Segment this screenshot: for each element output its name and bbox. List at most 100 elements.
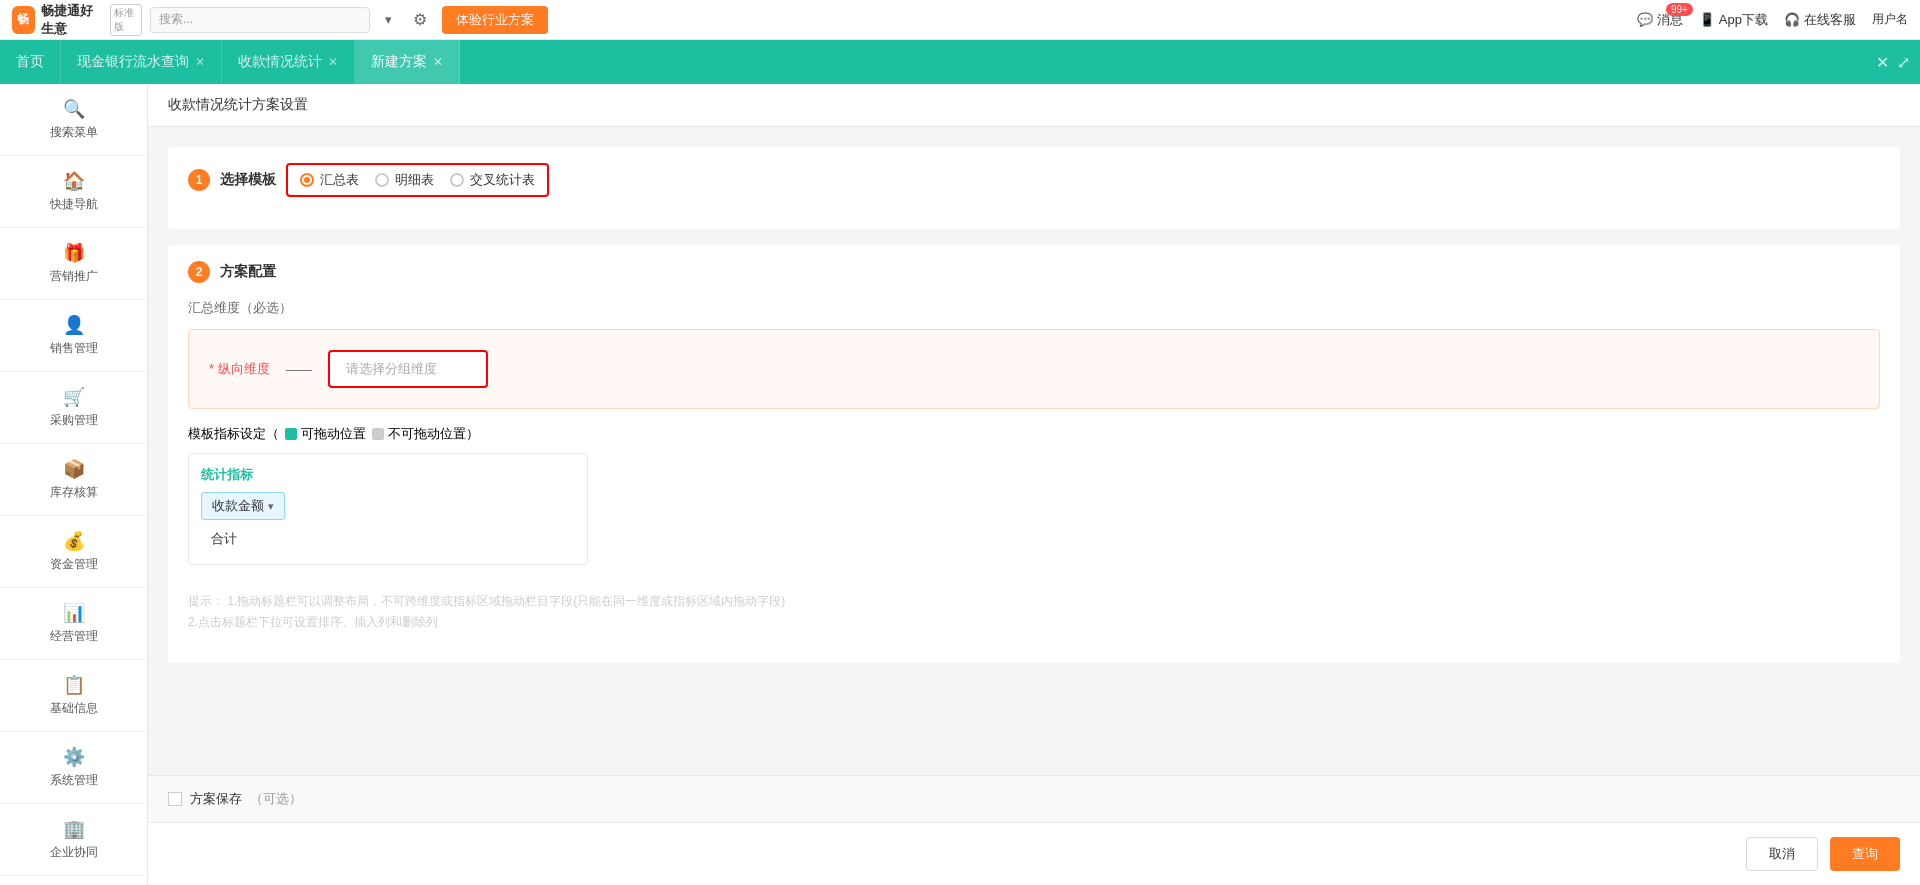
radio-cross[interactable]: 交叉统计表 (450, 171, 535, 189)
logo-text: 畅捷通好生意 (41, 2, 104, 38)
tips-section: 提示： 1.拖动标题栏可以调整布局，不可跨维度或指标区域拖动栏目字段(只能在同一… (188, 581, 1880, 647)
radio-detail-label: 明细表 (395, 171, 434, 189)
sidebar-item-operations-label: 经营管理 (50, 628, 98, 645)
metrics-section-label: 统计指标 (201, 466, 575, 484)
save-label: 方案保存 (190, 790, 242, 808)
sidebar-item-operations[interactable]: 📊 经营管理 (0, 588, 147, 660)
sidebar-item-purchase[interactable]: 🛒 采购管理 (0, 372, 147, 444)
metrics-total: 合计 (201, 526, 575, 552)
download-button[interactable]: 📱 App下载 (1699, 11, 1768, 29)
page-header: 收款情况统计方案设置 (148, 84, 1920, 127)
vertical-dimension-label: * 纵向维度 (209, 360, 270, 378)
sidebar-item-marketing[interactable]: 🎁 营销推广 (0, 228, 147, 300)
sidebar-item-inventory-label: 库存核算 (50, 484, 98, 501)
sidebar-item-sales-label: 销售管理 (50, 340, 98, 357)
inventory-icon: 📦 (63, 458, 85, 480)
vertical-dimension-row: * 纵向维度 —— 请选择分组维度 (209, 350, 1859, 388)
tab-controls: ✕ ⤢ (1866, 40, 1920, 84)
finance-icon: 💰 (63, 530, 85, 552)
main-layout: 🔍 搜索菜单 🏠 快捷导航 🎁 营销推广 👤 销售管理 🛒 采购管理 📦 库存核… (0, 84, 1920, 885)
radio-cross-btn[interactable] (450, 173, 464, 187)
settings-icon[interactable]: ⚙ (406, 6, 434, 34)
tab-new-plan-close[interactable]: ✕ (433, 55, 443, 69)
draggable-label: 可拖动位置 (301, 425, 366, 443)
save-option-bar: 方案保存 （可选） (148, 775, 1920, 822)
radio-summary[interactable]: 汇总表 (300, 171, 359, 189)
tab-collection-stat[interactable]: 收款情况统计 ✕ (222, 40, 355, 84)
tab-cash-flow-close[interactable]: ✕ (195, 55, 205, 69)
footer-bar: 取消 查询 (148, 822, 1920, 885)
metrics-tag-label: 收款金额 (212, 497, 264, 515)
radio-summary-btn[interactable] (300, 173, 314, 187)
sidebar-item-finance[interactable]: 💰 资金管理 (0, 516, 147, 588)
metrics-config: 模板指标设定（ 可拖动位置 不可拖动位置） 统计指标 (188, 425, 1880, 565)
system-icon: ⚙️ (63, 746, 85, 768)
step1-block: 1 选择模板 汇总表 明细表 交叉统计表 (168, 147, 1900, 229)
radio-detail-btn[interactable] (375, 173, 389, 187)
metrics-table: 统计指标 收款金额 ▾ 合计 (188, 453, 588, 565)
sidebar-item-inventory[interactable]: 📦 库存核算 (0, 444, 147, 516)
cancel-button[interactable]: 取消 (1746, 837, 1818, 871)
save-checkbox[interactable] (168, 792, 182, 806)
sidebar-item-system-label: 系统管理 (50, 772, 98, 789)
logo-icon: 畅 (12, 6, 35, 34)
sidebar-item-sales[interactable]: 👤 销售管理 (0, 300, 147, 372)
tab-cash-flow-label: 现金银行流水查询 (77, 53, 189, 71)
tab-cash-flow[interactable]: 现金银行流水查询 ✕ (61, 40, 222, 84)
draggable-color-block (285, 428, 297, 440)
sidebar-item-purchase-label: 采购管理 (50, 412, 98, 429)
search-bar[interactable]: 搜索... (150, 7, 370, 33)
service-button[interactable]: 🎧 在线客服 (1784, 11, 1856, 29)
nav-tabs: 首页 现金银行流水查询 ✕ 收款情况统计 ✕ 新建方案 ✕ ✕ ⤢ (0, 40, 1920, 84)
sidebar-item-enterprise[interactable]: 🏢 企业协同 (0, 804, 147, 876)
tab-collection-stat-label: 收款情况统计 (238, 53, 322, 71)
radio-detail[interactable]: 明细表 (375, 171, 434, 189)
template-options-box: 汇总表 明细表 交叉统计表 (286, 163, 549, 197)
tip-2: 2.点击标题栏下拉可设置排序、插入列和删除列 (188, 614, 1880, 631)
sidebar-item-quicknav[interactable]: 🏠 快捷导航 (0, 156, 147, 228)
enterprise-icon: 🏢 (63, 818, 85, 840)
marketing-icon: 🎁 (63, 242, 85, 264)
message-button[interactable]: 💬 消息 99+ (1637, 11, 1683, 29)
sidebar-item-basic-info-label: 基础信息 (50, 700, 98, 717)
tab-new-plan[interactable]: 新建方案 ✕ (355, 40, 460, 84)
operations-icon: 📊 (63, 602, 85, 624)
step2-num: 2 (188, 261, 210, 283)
search-dropdown[interactable]: ▾ (378, 10, 398, 30)
sidebar-item-finance-label: 资金管理 (50, 556, 98, 573)
message-icon: 💬 (1637, 12, 1653, 27)
tab-home[interactable]: 首页 (0, 40, 61, 84)
dimension-config: 汇总维度（必选） * 纵向维度 —— 请选择分组维度 (188, 299, 1880, 409)
service-icon: 🎧 (1784, 12, 1800, 27)
metrics-tag-dropdown-icon[interactable]: ▾ (268, 500, 274, 513)
quicknav-icon: 🏠 (63, 170, 85, 192)
dimension-select[interactable]: 请选择分组维度 (328, 350, 488, 388)
non-draggable-color-block (372, 428, 384, 440)
tip-1: 提示： 1.拖动标题栏可以调整布局，不可跨维度或指标区域拖动栏目字段(只能在同一… (188, 593, 1880, 610)
step1-title: 选择模板 (220, 171, 276, 189)
step2-block: 2 方案配置 汇总维度（必选） * 纵向维度 —— 请选择分组维度 (168, 245, 1900, 663)
metrics-tag-item[interactable]: 收款金额 ▾ (201, 492, 285, 520)
message-badge: 99+ (1666, 3, 1693, 16)
search-placeholder: 搜索... (159, 11, 193, 28)
metrics-tag-row: 收款金额 ▾ (201, 492, 575, 520)
sidebar-item-basic-info[interactable]: 📋 基础信息 (0, 660, 147, 732)
window-close-icon[interactable]: ✕ (1876, 53, 1889, 72)
query-button[interactable]: 查询 (1830, 837, 1900, 871)
industry-button[interactable]: 体验行业方案 (442, 6, 548, 34)
window-expand-icon[interactable]: ⤢ (1897, 53, 1910, 72)
step1-num: 1 (188, 169, 210, 191)
radio-cross-label: 交叉统计表 (470, 171, 535, 189)
sidebar-item-system[interactable]: ⚙️ 系统管理 (0, 732, 147, 804)
content-area: 收款情况统计方案设置 1 选择模板 汇总表 明细表 (148, 84, 1920, 885)
sidebar-item-enterprise-label: 企业协同 (50, 844, 98, 861)
purchase-icon: 🛒 (63, 386, 85, 408)
sidebar-item-search[interactable]: 🔍 搜索菜单 (0, 84, 147, 156)
metrics-header-row: 模板指标设定（ 可拖动位置 不可拖动位置） (188, 425, 1880, 443)
download-label: App下载 (1719, 11, 1768, 29)
page-body: 1 选择模板 汇总表 明细表 交叉统计表 (148, 127, 1920, 775)
save-optional-label: （可选） (250, 790, 302, 808)
sidebar-item-search-label: 搜索菜单 (50, 124, 98, 141)
tab-collection-stat-close[interactable]: ✕ (328, 55, 338, 69)
sidebar-item-guide[interactable]: 📖 新手引导 (0, 876, 147, 885)
